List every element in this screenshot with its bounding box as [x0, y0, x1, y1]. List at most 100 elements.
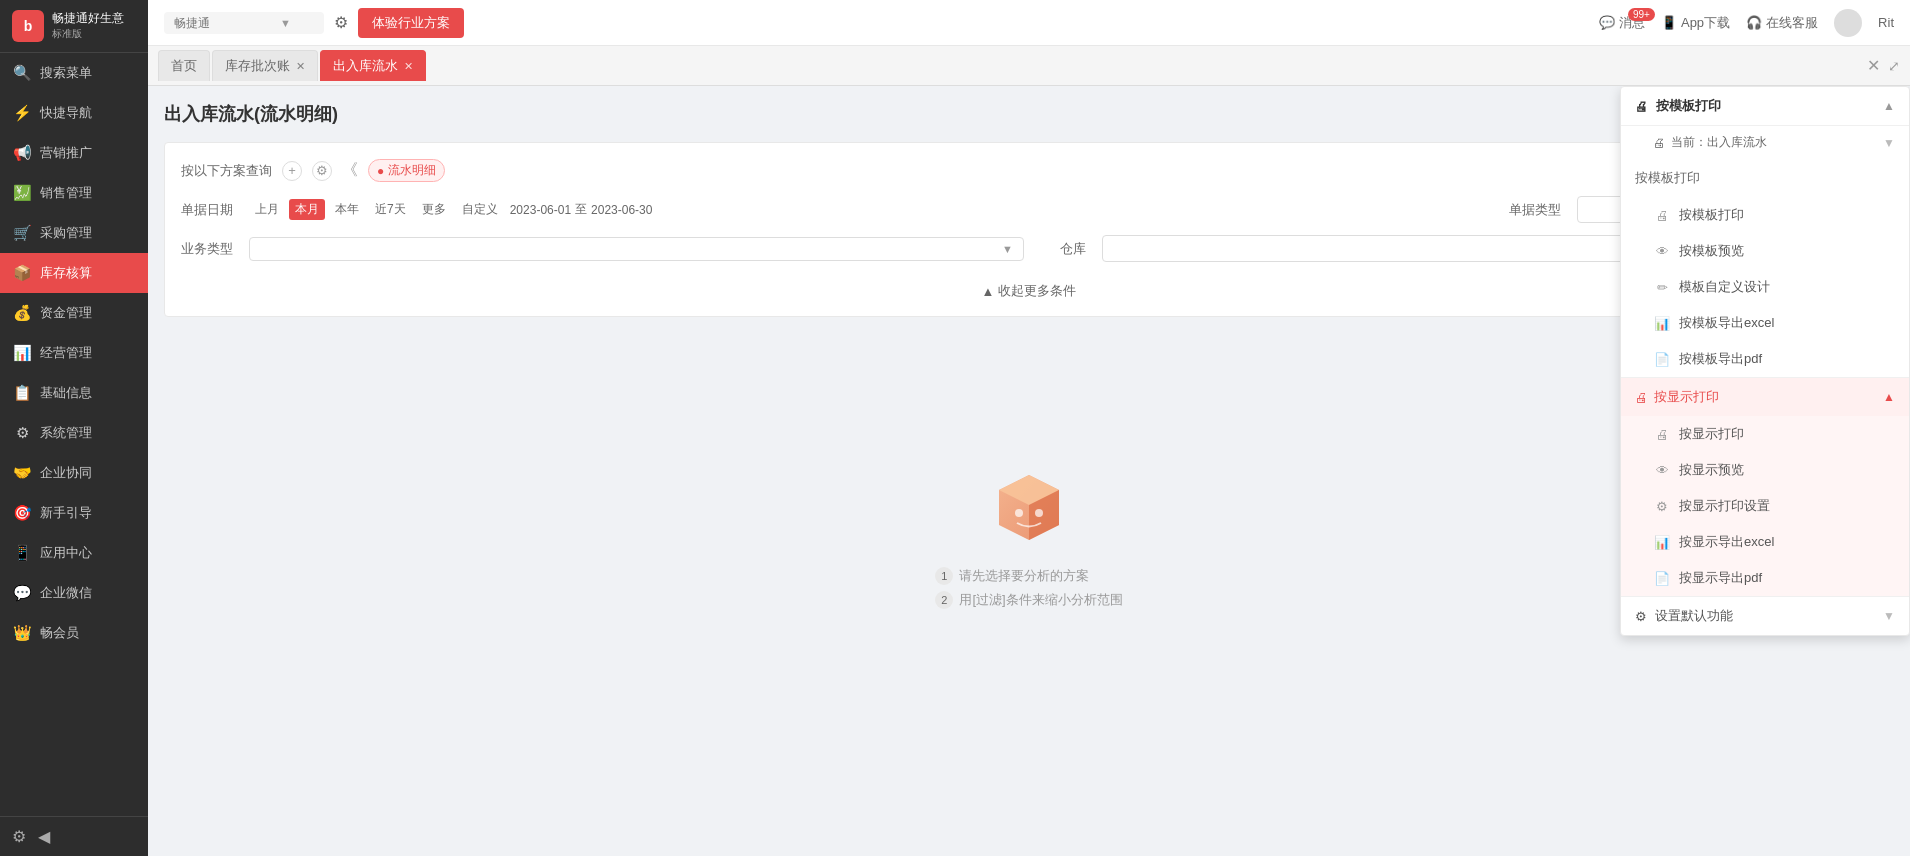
industry-btn[interactable]: 体验行业方案 [358, 8, 464, 38]
dropdown-current-item[interactable]: 🖨 当前：出入库流水 ▼ [1621, 126, 1909, 159]
settings-bottom-icon[interactable]: ⚙ [12, 827, 26, 846]
active-filter-tag[interactable]: ● 流水明细 [368, 159, 445, 182]
shortcut-custom[interactable]: 自定义 [456, 199, 504, 220]
shortcut-more[interactable]: 更多 [416, 199, 452, 220]
topbar-search-dropdown-icon: ▼ [280, 17, 291, 29]
sidebar-item-operations[interactable]: 📊 经营管理 [0, 333, 148, 373]
sidebar-item-member-label: 畅会员 [40, 624, 79, 642]
dropdown-item-template-custom[interactable]: ✏ 模板自定义设计 [1621, 269, 1909, 305]
topbar-search-wrap[interactable]: ▼ [164, 12, 324, 34]
filter-setting-btn[interactable]: ⚙ [312, 161, 332, 181]
biz-type-select[interactable]: ▼ [249, 237, 1024, 261]
sidebar-item-finance[interactable]: 💰 资金管理 [0, 293, 148, 333]
window-controls: ✕ ⤢ [1867, 56, 1900, 75]
sidebar-item-member[interactable]: 👑 畅会员 [0, 613, 148, 653]
basic-icon: 📋 [12, 383, 32, 403]
dropdown-item-display-settings[interactable]: ⚙ 按显示打印设置 [1621, 488, 1909, 524]
tab-home[interactable]: 首页 [158, 50, 210, 81]
dropdown-item-template-pdf[interactable]: 📄 按模板导出pdf [1621, 341, 1909, 377]
dropdown-item-template-print[interactable]: 🖨 按模板打印 [1621, 197, 1909, 233]
dropdown-panel: 🖨 按模板打印 ▲ 🖨 当前：出入库流水 ▼ 按模板打印 🖨 [1620, 86, 1910, 636]
sidebar-item-inventory[interactable]: 📦 库存核算 [0, 253, 148, 293]
dropdown-item-template-preview[interactable]: 👁 按模板预览 [1621, 233, 1909, 269]
sales-icon: 💹 [12, 183, 32, 203]
filter-tag-icon: ● [377, 164, 384, 178]
sidebar-item-sales[interactable]: 💹 销售管理 [0, 173, 148, 213]
sidebar-item-guide[interactable]: 🎯 新手引导 [0, 493, 148, 533]
tab-batch[interactable]: 库存批次账 ✕ [212, 50, 318, 81]
display-excel-icon: 📊 [1653, 533, 1671, 551]
default-function-row[interactable]: ⚙ 设置默认功能 ▼ [1621, 597, 1909, 635]
date-shortcuts: 上月 本月 本年 近7天 更多 自定义 [249, 199, 504, 220]
sidebar-item-wechat[interactable]: 💬 企业微信 [0, 573, 148, 613]
search-icon: 🔍 [12, 63, 32, 83]
template-print-section-header[interactable]: 按模板打印 [1621, 159, 1909, 197]
logo-icon: b [12, 10, 44, 42]
sidebar-item-search[interactable]: 🔍 搜索菜单 [0, 53, 148, 93]
dropdown-panel-header[interactable]: 🖨 按模板打印 ▲ [1621, 87, 1909, 126]
tab-flow-close[interactable]: ✕ [404, 60, 413, 73]
sidebar-item-quicknav[interactable]: ⚡ 快捷导航 [0, 93, 148, 133]
shortcut-7days[interactable]: 近7天 [369, 199, 412, 220]
display-pdf-label: 按显示导出pdf [1679, 569, 1762, 587]
sidebar-item-finance-label: 资金管理 [40, 304, 92, 322]
member-icon: 👑 [12, 623, 32, 643]
shortcut-last-month[interactable]: 上月 [249, 199, 285, 220]
dropdown-item-display-print[interactable]: 🖨 按显示打印 [1621, 416, 1909, 452]
apps-icon: 📱 [12, 543, 32, 563]
tip-num-2: 2 [935, 591, 953, 609]
filter-add-btn[interactable]: + [282, 161, 302, 181]
window-close-icon[interactable]: ✕ [1867, 56, 1880, 75]
display-pdf-icon: 📄 [1653, 569, 1671, 587]
dropdown-item-display-preview[interactable]: 👁 按显示预览 [1621, 452, 1909, 488]
empty-tip-2: 2 用[过滤]条件来缩小分析范围 [935, 591, 1122, 609]
tab-batch-close[interactable]: ✕ [296, 60, 305, 73]
sidebar-item-operations-label: 经营管理 [40, 344, 92, 362]
shortcut-this-month[interactable]: 本月 [289, 199, 325, 220]
dropdown-header-print-icon: 🖨 [1635, 99, 1648, 114]
topbar-search-input[interactable] [174, 16, 274, 30]
dropdown-header-label: 按模板打印 [1656, 97, 1721, 115]
content-area: 出入库流水(流水明细) 🖨 按模板打印 ▲ … 📤 导出 🔄 刷新 [148, 86, 1910, 856]
user-avatar[interactable] [1834, 9, 1862, 37]
app-name: 畅捷通好生意 [52, 11, 124, 27]
svg-point-3 [1015, 509, 1023, 517]
collapse-sidebar-icon[interactable]: ◀ [38, 827, 50, 846]
collab-icon: 🤝 [12, 463, 32, 483]
shortcut-this-year[interactable]: 本年 [329, 199, 365, 220]
filter-collapse-icon[interactable]: 《 [342, 160, 358, 181]
sidebar-item-collab[interactable]: 🤝 企业协同 [0, 453, 148, 493]
sidebar-item-basic[interactable]: 📋 基础信息 [0, 373, 148, 413]
dropdown-item-display-excel[interactable]: 📊 按显示导出excel [1621, 524, 1909, 560]
template-custom-icon: ✏ [1653, 278, 1671, 296]
sidebar-item-system[interactable]: ⚙ 系统管理 [0, 413, 148, 453]
sidebar-item-collab-label: 企业协同 [40, 464, 92, 482]
service-icon: 🎧 [1746, 15, 1762, 30]
dropdown-item-display-pdf[interactable]: 📄 按显示导出pdf [1621, 560, 1909, 596]
biz-type-label: 业务类型 [181, 240, 233, 258]
collapse-more-btn[interactable]: ▲ 收起更多条件 [982, 282, 1077, 300]
tab-flow[interactable]: 出入库流水 ✕ [320, 50, 426, 81]
template-print-section-label: 按模板打印 [1635, 169, 1700, 187]
app-download-label: App下载 [1681, 14, 1730, 32]
topbar-notice[interactable]: 💬 消息 99+ [1599, 14, 1645, 32]
main-area: ▼ ⚙ 体验行业方案 💬 消息 99+ 📱 App下载 🎧 在线客服 Rit 首… [148, 0, 1910, 856]
window-expand-icon[interactable]: ⤢ [1888, 58, 1900, 74]
tip-num-1: 1 [935, 567, 953, 585]
sidebar-item-inventory-label: 库存核算 [40, 264, 92, 282]
display-print-section-arrow: ▲ [1883, 390, 1895, 404]
topbar: ▼ ⚙ 体验行业方案 💬 消息 99+ 📱 App下载 🎧 在线客服 Rit [148, 0, 1910, 46]
topbar-gear-icon[interactable]: ⚙ [334, 13, 348, 32]
topbar-online-service[interactable]: 🎧 在线客服 [1746, 14, 1818, 32]
app-badge: 标准版 [52, 27, 124, 41]
sidebar-item-apps-label: 应用中心 [40, 544, 92, 562]
display-print-section-header[interactable]: 🖨 按显示打印 ▲ [1621, 378, 1909, 416]
sidebar-item-purchase[interactable]: 🛒 采购管理 [0, 213, 148, 253]
topbar-app-download[interactable]: 📱 App下载 [1661, 14, 1730, 32]
default-function-arrow: ▼ [1883, 609, 1895, 623]
sidebar-item-apps[interactable]: 📱 应用中心 [0, 533, 148, 573]
dropdown-item-template-excel[interactable]: 📊 按模板导出excel [1621, 305, 1909, 341]
warehouse-label: 仓库 [1060, 240, 1086, 258]
display-print-icon: 🖨 [1653, 425, 1671, 443]
sidebar-item-marketing[interactable]: 📢 营销推广 [0, 133, 148, 173]
